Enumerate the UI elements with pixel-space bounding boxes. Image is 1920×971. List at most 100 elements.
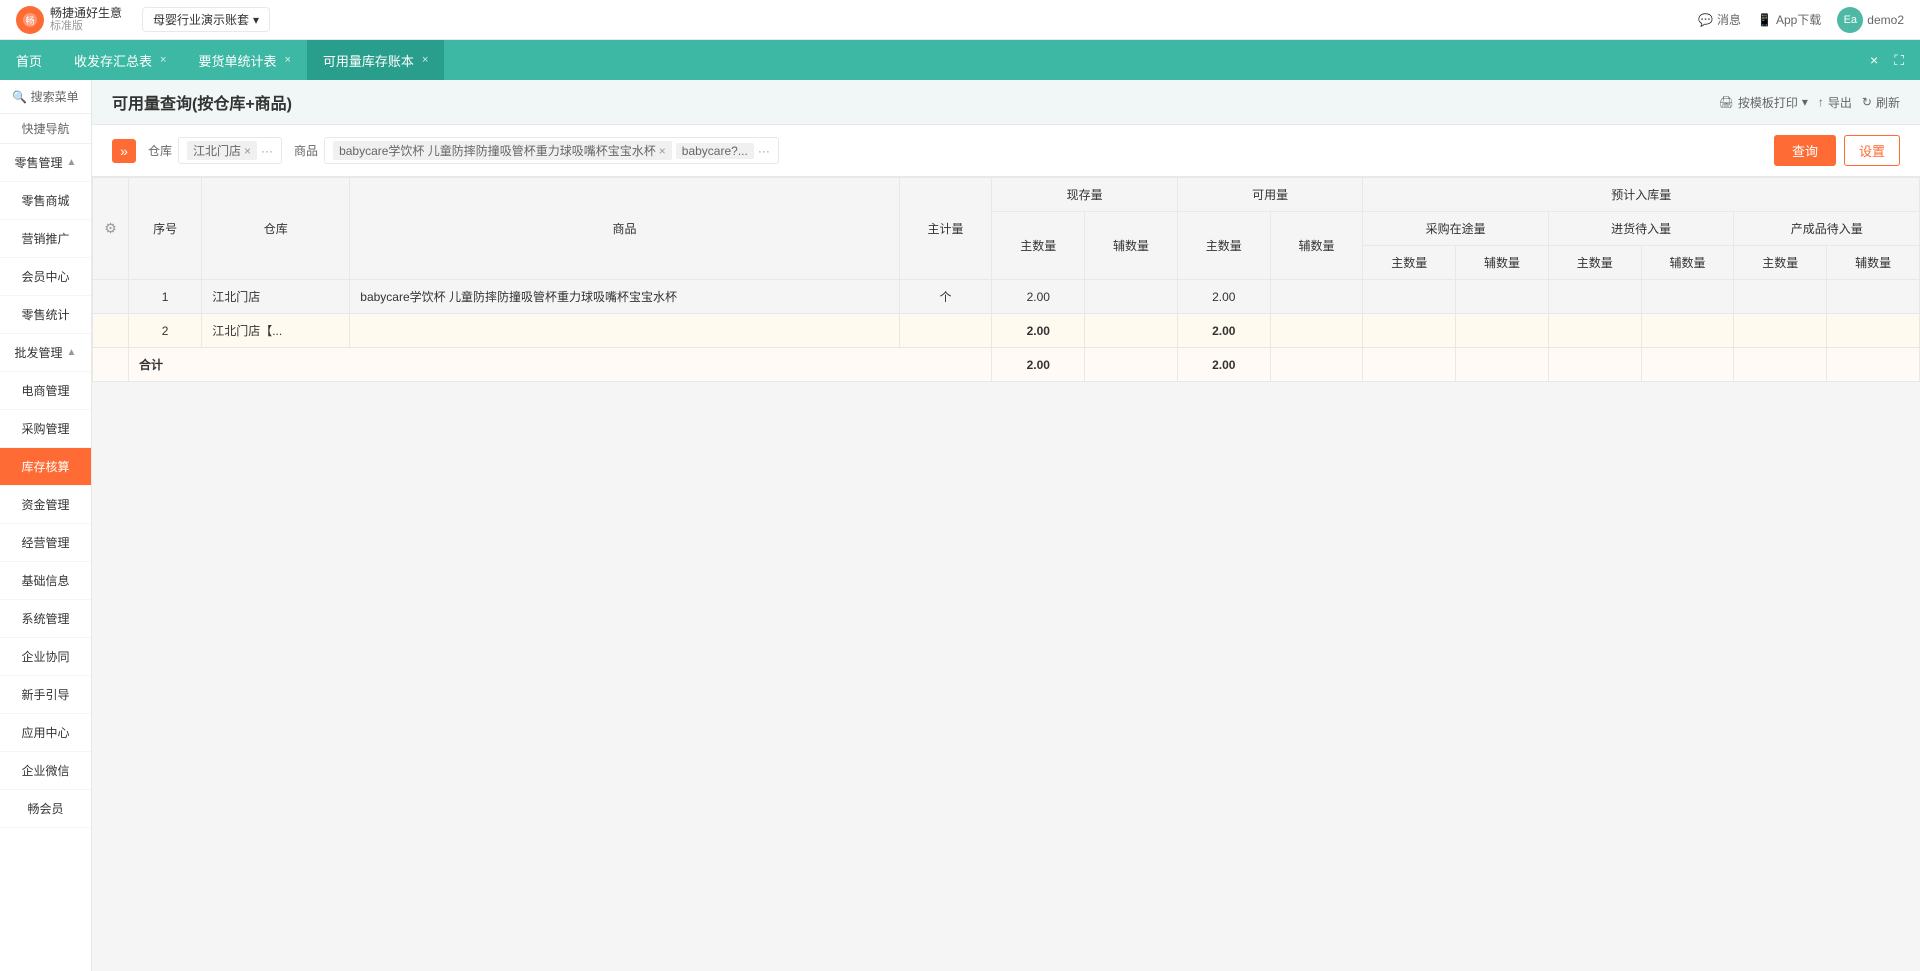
- th-warehouse: 仓库: [202, 178, 350, 280]
- tab-order-stats[interactable]: 要货单统计表 ×: [182, 40, 306, 80]
- th-purchase-sub: 采购在途量: [1363, 212, 1549, 246]
- th-forecast-group: 预计入库量: [1363, 178, 1920, 212]
- product-tag1-remove[interactable]: ×: [659, 144, 666, 158]
- summary-label: 合计: [129, 348, 992, 382]
- sidebar-item-member2[interactable]: 畅会员: [0, 790, 91, 828]
- sidebar-item-guide[interactable]: 新手引导: [0, 676, 91, 714]
- row1-stock-main: 2.00: [992, 280, 1085, 314]
- fullscreen-icon[interactable]: ⛶: [1886, 48, 1912, 73]
- tab-close-available[interactable]: ×: [422, 54, 428, 66]
- sidebar-item-retail-stats[interactable]: 零售统计: [0, 296, 91, 334]
- logo-icon: 畅: [16, 6, 44, 34]
- product-tag1: babycare学饮杯 儿童防摔防撞吸管杯重力球吸嘴杯宝宝水杯 ×: [333, 141, 672, 160]
- close-tab-icon[interactable]: ×: [1862, 48, 1886, 72]
- filter-expand-btn[interactable]: »: [112, 139, 136, 163]
- row2-unit: [899, 314, 992, 348]
- row1-incoming-main: [1548, 280, 1641, 314]
- th-incoming-main: 主数量: [1548, 246, 1641, 280]
- sidebar-item-app-center[interactable]: 应用中心: [0, 714, 91, 752]
- query-button[interactable]: 查询: [1774, 135, 1836, 166]
- export-btn[interactable]: ↑ 导出: [1818, 94, 1852, 111]
- top-bar-right: 💬 消息 📱 App下载 Ea demo2: [1698, 7, 1904, 33]
- th-stock-aux: 辅数量: [1085, 212, 1178, 280]
- tab-home[interactable]: 首页: [0, 40, 58, 80]
- avatar: Ea: [1837, 7, 1863, 33]
- nav-tabs: 首页 收发存汇总表 × 要货单统计表 × 可用量库存账本 × × ⛶: [0, 40, 1920, 80]
- row1-product: babycare学饮杯 儿童防摔防撞吸管杯重力球吸嘴杯宝宝水杯: [350, 280, 899, 314]
- setting-button[interactable]: 设置: [1844, 135, 1900, 166]
- row2-avail-aux: [1270, 314, 1363, 348]
- sidebar-item-member[interactable]: 会员中心: [0, 258, 91, 296]
- sidebar-item-enterprise[interactable]: 企业协同: [0, 638, 91, 676]
- logo-area: 畅 畅捷通好生意 标准版: [16, 6, 122, 34]
- th-product-main: 主数量: [1734, 246, 1827, 280]
- summary-stock-main: 2.00: [992, 348, 1085, 382]
- th-stock-main: 主数量: [992, 212, 1085, 280]
- tab-close-receive[interactable]: ×: [160, 54, 166, 66]
- th-product: 商品: [350, 178, 899, 280]
- th-seq: 序号: [129, 178, 202, 280]
- row2-product: [350, 314, 899, 348]
- summary-row: 合计 2.00 2.00: [93, 348, 1920, 382]
- row2-product-main: [1734, 314, 1827, 348]
- warehouse-tag-remove[interactable]: ×: [244, 144, 251, 158]
- row2-stock-aux: [1085, 314, 1178, 348]
- download-icon: 📱: [1757, 13, 1772, 27]
- column-settings-icon[interactable]: ⚙: [104, 220, 117, 236]
- expand-icon-wholesale: ▲: [67, 347, 77, 358]
- warehouse-filter: 仓库 江北门店 × ···: [148, 137, 282, 164]
- tab-close-order[interactable]: ×: [284, 54, 290, 66]
- svg-text:畅: 畅: [25, 15, 34, 26]
- th-stock-group: 现存量: [992, 178, 1178, 212]
- tenant-selector[interactable]: 母婴行业演示账套 ▾: [142, 7, 270, 32]
- row1-avail-main: 2.00: [1177, 280, 1270, 314]
- refresh-btn[interactable]: ↻ 刷新: [1862, 94, 1900, 111]
- logo-text: 畅捷通好生意 标准版: [50, 6, 122, 34]
- row1-product-aux: [1827, 280, 1920, 314]
- tab-receive-summary[interactable]: 收发存汇总表 ×: [58, 40, 182, 80]
- sidebar-item-ecommerce[interactable]: 电商管理: [0, 372, 91, 410]
- print-btn[interactable]: 🖨 按模板打印 ▾: [1719, 94, 1808, 111]
- sidebar-item-inventory[interactable]: 库存核算: [0, 448, 91, 486]
- sidebar-quick-nav[interactable]: 快捷导航: [0, 114, 91, 144]
- warehouse-more[interactable]: ···: [261, 144, 273, 158]
- row2-product-aux: [1827, 314, 1920, 348]
- sidebar-item-finance[interactable]: 资金管理: [0, 486, 91, 524]
- tab-available-stock[interactable]: 可用量库存账本 ×: [307, 40, 444, 80]
- th-product-aux: 辅数量: [1827, 246, 1920, 280]
- row2-purchase-main: [1363, 314, 1456, 348]
- warehouse-input[interactable]: 江北门店 × ···: [178, 137, 282, 164]
- expand-icon: ▲: [67, 157, 77, 168]
- refresh-icon: ↻: [1862, 95, 1872, 109]
- user-menu[interactable]: Ea demo2: [1837, 7, 1904, 33]
- th-settings: ⚙: [93, 178, 129, 280]
- sidebar-item-operation[interactable]: 经营管理: [0, 524, 91, 562]
- row1-stock-aux: [1085, 280, 1178, 314]
- row2-avail-main: 2.00: [1177, 314, 1270, 348]
- table-row: 1 江北门店 babycare学饮杯 儿童防摔防撞吸管杯重力球吸嘴杯宝宝水杯 个…: [93, 280, 1920, 314]
- th-unit: 主计量: [899, 178, 992, 280]
- row2-stock-main: 2.00: [992, 314, 1085, 348]
- sidebar-item-marketing[interactable]: 营销推广: [0, 220, 91, 258]
- page-actions: 🖨 按模板打印 ▾ ↑ 导出 ↻ 刷新: [1719, 94, 1900, 111]
- sidebar-item-basic-info[interactable]: 基础信息: [0, 562, 91, 600]
- sidebar-item-retail-mgmt[interactable]: 零售管理 ▲: [0, 144, 91, 182]
- filter-actions: 查询 设置: [1774, 135, 1900, 166]
- nav-tabs-right: × ⛶: [1862, 48, 1920, 73]
- sidebar-item-retail-mall[interactable]: 零售商城: [0, 182, 91, 220]
- filter-bar: » 仓库 江北门店 × ··· 商品 babycare学饮杯 儿童防摔防撞吸管杯…: [92, 125, 1920, 177]
- th-product-sub: 产成品待入量: [1734, 212, 1920, 246]
- app-download-btn[interactable]: 📱 App下载: [1757, 11, 1821, 28]
- page-title: 可用量查询(按仓库+商品): [112, 90, 292, 114]
- sidebar-item-wholesale[interactable]: 批发管理 ▲: [0, 334, 91, 372]
- sidebar-item-wechat[interactable]: 企业微信: [0, 752, 91, 790]
- th-incoming-aux: 辅数量: [1641, 246, 1734, 280]
- table-area: ⚙ 序号 仓库 商品 主计量 现存量 可用量 预计入库量 主数量 辅数量 主数量: [92, 177, 1920, 971]
- product-more[interactable]: ···: [758, 144, 770, 158]
- sidebar-item-system[interactable]: 系统管理: [0, 600, 91, 638]
- th-purchase-aux: 辅数量: [1456, 246, 1549, 280]
- message-btn[interactable]: 💬 消息: [1698, 11, 1741, 28]
- sidebar-item-purchase[interactable]: 采购管理: [0, 410, 91, 448]
- sidebar-search[interactable]: 🔍 搜索菜单: [0, 80, 91, 114]
- product-input[interactable]: babycare学饮杯 儿童防摔防撞吸管杯重力球吸嘴杯宝宝水杯 × babyca…: [324, 137, 779, 164]
